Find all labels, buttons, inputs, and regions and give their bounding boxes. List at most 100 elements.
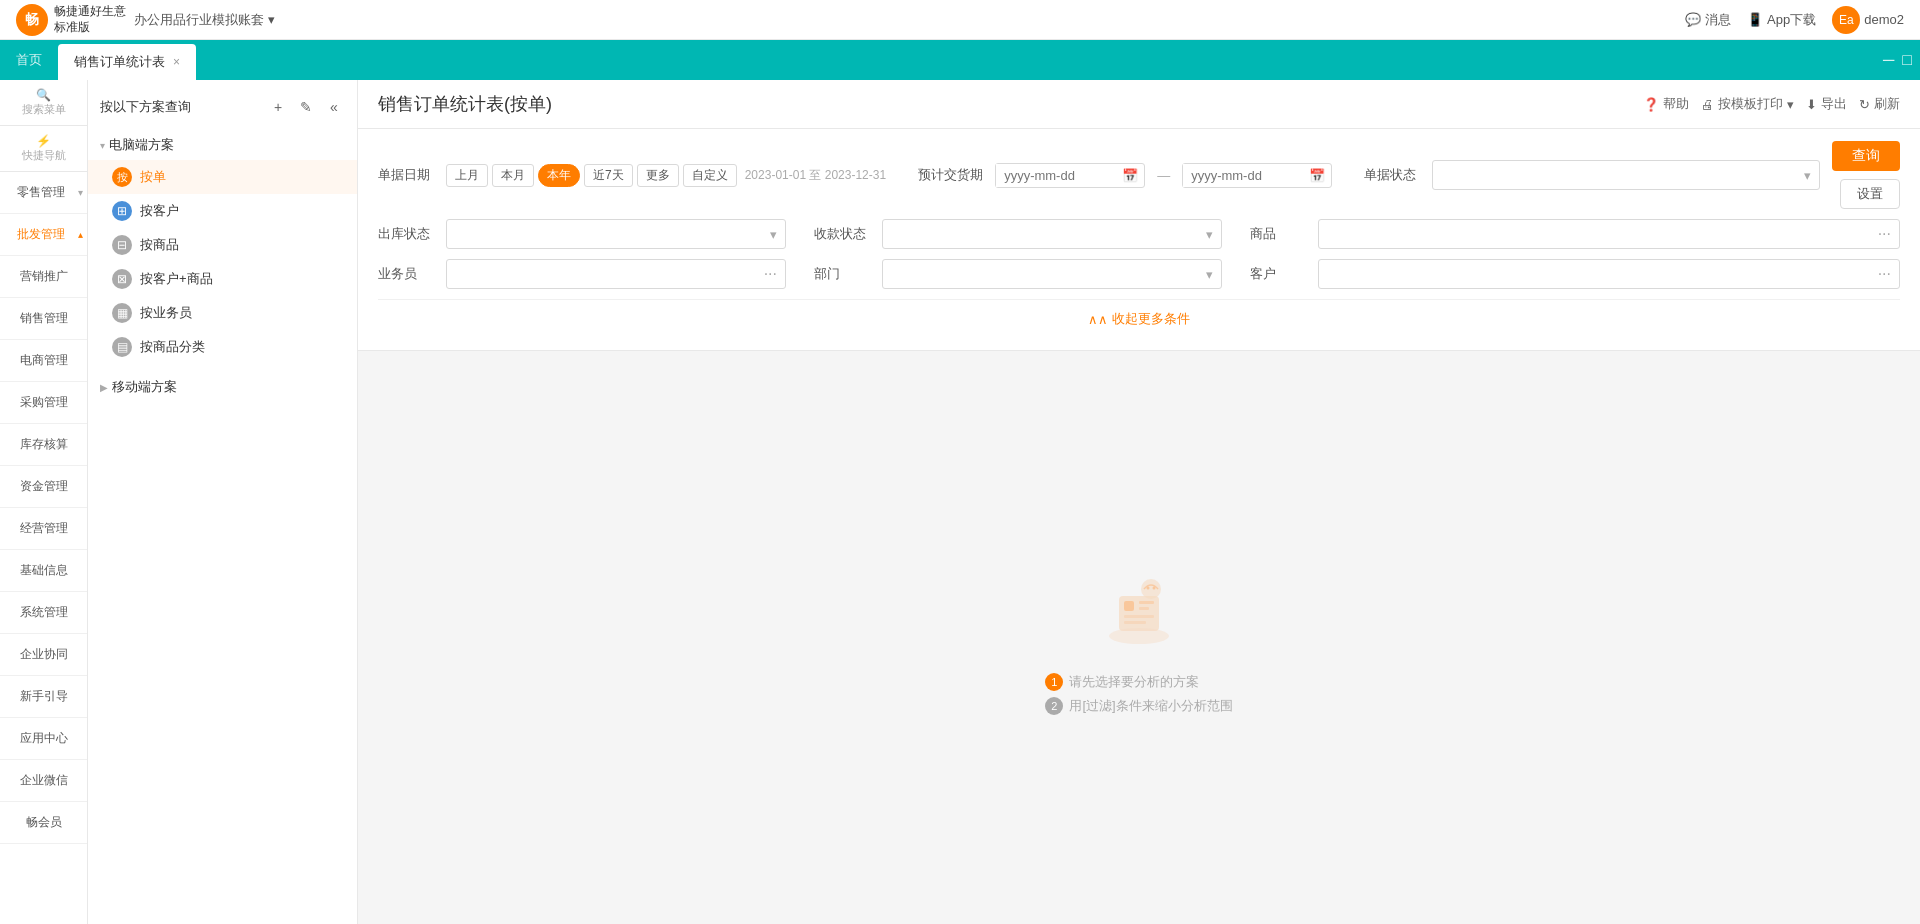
message-btn[interactable]: 💬 消息 — [1685, 11, 1731, 29]
collapse-panel-btn[interactable]: « — [323, 96, 345, 118]
outbound-label: 出库状态 — [378, 225, 434, 243]
status-chevron-icon: ▾ — [1804, 168, 1811, 183]
status-label: 单据状态 — [1364, 166, 1420, 184]
svg-rect-4 — [1139, 607, 1149, 610]
staff-select-wrapper[interactable]: ··· — [446, 259, 786, 289]
left-panel: 按以下方案查询 + ✎ « ▾ 电脑端方案 按 按单 — [88, 80, 358, 924]
date-btn-more[interactable]: 更多 — [637, 164, 679, 187]
shortcut-icon: ⚡ — [36, 134, 51, 148]
sidebar-item-member[interactable]: 畅会员 — [0, 802, 87, 844]
tab-sales-order-stats[interactable]: 销售订单统计表 × — [58, 44, 196, 80]
expected-date-label: 预计交货期 — [918, 166, 983, 184]
export-btn[interactable]: ⬇ 导出 — [1806, 95, 1847, 113]
expected-date-to-input[interactable] — [1183, 164, 1303, 187]
edit-icon: ✎ — [300, 99, 312, 115]
svg-rect-3 — [1139, 601, 1154, 604]
scheme-item-by-order[interactable]: 按 按单 — [88, 160, 357, 194]
tab-close-btn[interactable]: × — [173, 55, 180, 69]
sidebar-item-wechat[interactable]: 企业微信 — [0, 760, 87, 802]
tab-minimize-btn[interactable]: ─ — [1883, 51, 1894, 69]
expected-date-from-wrapper: 📅 — [995, 163, 1145, 188]
customer-select-wrapper[interactable]: ··· — [1318, 259, 1900, 289]
payment-select-wrapper[interactable]: ▾ — [882, 219, 1222, 249]
date-btn-last-month[interactable]: 上月 — [446, 164, 488, 187]
date-btn-custom[interactable]: 自定义 — [683, 164, 737, 187]
refresh-icon: ↻ — [1859, 97, 1870, 112]
goods-more-icon[interactable]: ··· — [1878, 225, 1891, 243]
tab-bar-actions: ─ □ — [1883, 51, 1920, 69]
filter-row-3: 业务员 ··· 部门 ▾ 客户 ··· — [378, 259, 1900, 289]
query-btn[interactable]: 查询 — [1832, 141, 1900, 171]
svg-rect-6 — [1124, 621, 1146, 624]
sidebar-item-sales[interactable]: 销售管理 — [0, 298, 87, 340]
staff-more-icon[interactable]: ··· — [764, 265, 777, 283]
sidebar-item-ecommerce[interactable]: 电商管理 — [0, 340, 87, 382]
filter-row-1: 单据日期 上月 本月 本年 近7天 更多 自定义 2023-01-01 至 20… — [378, 141, 1900, 209]
sidebar-item-retail[interactable]: 零售管理 ▾ — [0, 172, 87, 214]
scheme-item-by-goods[interactable]: ⊟ 按商品 — [88, 228, 357, 262]
sidebar-item-marketing[interactable]: 营销推广 — [0, 256, 87, 298]
sidebar-search[interactable]: 🔍 搜索菜单 — [0, 80, 87, 126]
user-avatar-area[interactable]: Ea demo2 — [1832, 6, 1904, 34]
sidebar: 🔍 搜索菜单 ⚡ 快捷导航 零售管理 ▾ 批发管理 ▴ 营销推广 销售管理 电商… — [0, 80, 88, 924]
goods-select-wrapper[interactable]: ··· — [1318, 219, 1900, 249]
sidebar-shortcut[interactable]: ⚡ 快捷导航 — [0, 126, 87, 172]
calendar-icon-to[interactable]: 📅 — [1303, 168, 1331, 183]
chevron-up-icon: ▴ — [78, 229, 83, 240]
outbound-select-wrapper[interactable]: ▾ — [446, 219, 786, 249]
app-download-btn[interactable]: 📱 App下载 — [1747, 11, 1816, 29]
scheme-group-mobile: ▶ 移动端方案 — [88, 368, 357, 406]
scheme-group-mobile-title[interactable]: ▶ 移动端方案 — [88, 372, 357, 402]
left-panel-actions: + ✎ « — [267, 96, 345, 118]
print-btn[interactable]: 🖨 按模板打印 ▾ — [1701, 95, 1794, 113]
sidebar-item-guide[interactable]: 新手引导 — [0, 676, 87, 718]
scheme-icon-order: 按 — [112, 167, 132, 187]
calendar-icon-from[interactable]: 📅 — [1116, 168, 1144, 183]
customer-more-icon[interactable]: ··· — [1878, 265, 1891, 283]
collapse-filter-btn[interactable]: ∧∧ 收起更多条件 — [1076, 306, 1202, 332]
tab-home[interactable]: 首页 — [0, 40, 58, 80]
scheme-item-by-customer[interactable]: ⊞ 按客户 — [88, 194, 357, 228]
sidebar-item-appcenter[interactable]: 应用中心 — [0, 718, 87, 760]
sidebar-item-operations[interactable]: 经营管理 — [0, 508, 87, 550]
dept-select-wrapper[interactable]: ▾ — [882, 259, 1222, 289]
scheme-group-desktop-title[interactable]: ▾ 电脑端方案 — [88, 130, 357, 160]
svg-rect-5 — [1124, 615, 1154, 618]
date-btn-this-year[interactable]: 本年 — [538, 164, 580, 187]
date-btn-this-month[interactable]: 本月 — [492, 164, 534, 187]
add-scheme-btn[interactable]: + — [267, 96, 289, 118]
sidebar-item-finance[interactable]: 资金管理 — [0, 466, 87, 508]
main-layout: 🔍 搜索菜单 ⚡ 快捷导航 零售管理 ▾ 批发管理 ▴ 营销推广 销售管理 电商… — [0, 80, 1920, 924]
sidebar-item-wholesale[interactable]: 批发管理 ▴ — [0, 214, 87, 256]
svg-point-9 — [1153, 586, 1156, 589]
hint-num-2: 2 — [1045, 697, 1063, 715]
print-icon: 🖨 — [1701, 97, 1714, 112]
top-bar: 畅 畅捷通好生意 标准版 办公用品行业模拟账套 ▾ 💬 消息 📱 App下载 E… — [0, 0, 1920, 40]
tab-maximize-btn[interactable]: □ — [1902, 51, 1912, 69]
logo-text: 畅捷通好生意 标准版 — [54, 4, 126, 35]
page-header: 销售订单统计表(按单) ❓ 帮助 🖨 按模板打印 ▾ ⬇ 导出 — [358, 80, 1920, 129]
date-btn-7days[interactable]: 近7天 — [584, 164, 633, 187]
sidebar-item-purchase[interactable]: 采购管理 — [0, 382, 87, 424]
help-btn[interactable]: ❓ 帮助 — [1643, 95, 1689, 113]
status-select-wrapper[interactable]: ▾ — [1432, 160, 1820, 190]
logo-icon: 畅 — [16, 4, 48, 36]
content-area: 按以下方案查询 + ✎ « ▾ 电脑端方案 按 按单 — [88, 80, 1920, 924]
expected-date-from-input[interactable] — [996, 164, 1116, 187]
filter-row-2: 出库状态 ▾ 收款状态 ▾ 商品 ··· — [378, 219, 1900, 249]
sidebar-item-basic[interactable]: 基础信息 — [0, 550, 87, 592]
scheme-item-by-category[interactable]: ▤ 按商品分类 — [88, 330, 357, 364]
chevron-down-icon: ▾ — [1787, 97, 1794, 112]
sidebar-item-collab[interactable]: 企业协同 — [0, 634, 87, 676]
top-bar-title[interactable]: 办公用品行业模拟账套 ▾ — [134, 11, 275, 29]
sidebar-item-system[interactable]: 系统管理 — [0, 592, 87, 634]
sidebar-item-inventory[interactable]: 库存核算 — [0, 424, 87, 466]
settings-btn[interactable]: 设置 — [1840, 179, 1900, 209]
scheme-icon-customer: ⊞ — [112, 201, 132, 221]
scheme-icon-staff: ▦ — [112, 303, 132, 323]
logo-area: 畅 畅捷通好生意 标准版 — [16, 4, 126, 36]
edit-scheme-btn[interactable]: ✎ — [295, 96, 317, 118]
scheme-item-by-staff[interactable]: ▦ 按业务员 — [88, 296, 357, 330]
refresh-btn[interactable]: ↻ 刷新 — [1859, 95, 1900, 113]
scheme-item-by-customer-goods[interactable]: ⊠ 按客户+商品 — [88, 262, 357, 296]
